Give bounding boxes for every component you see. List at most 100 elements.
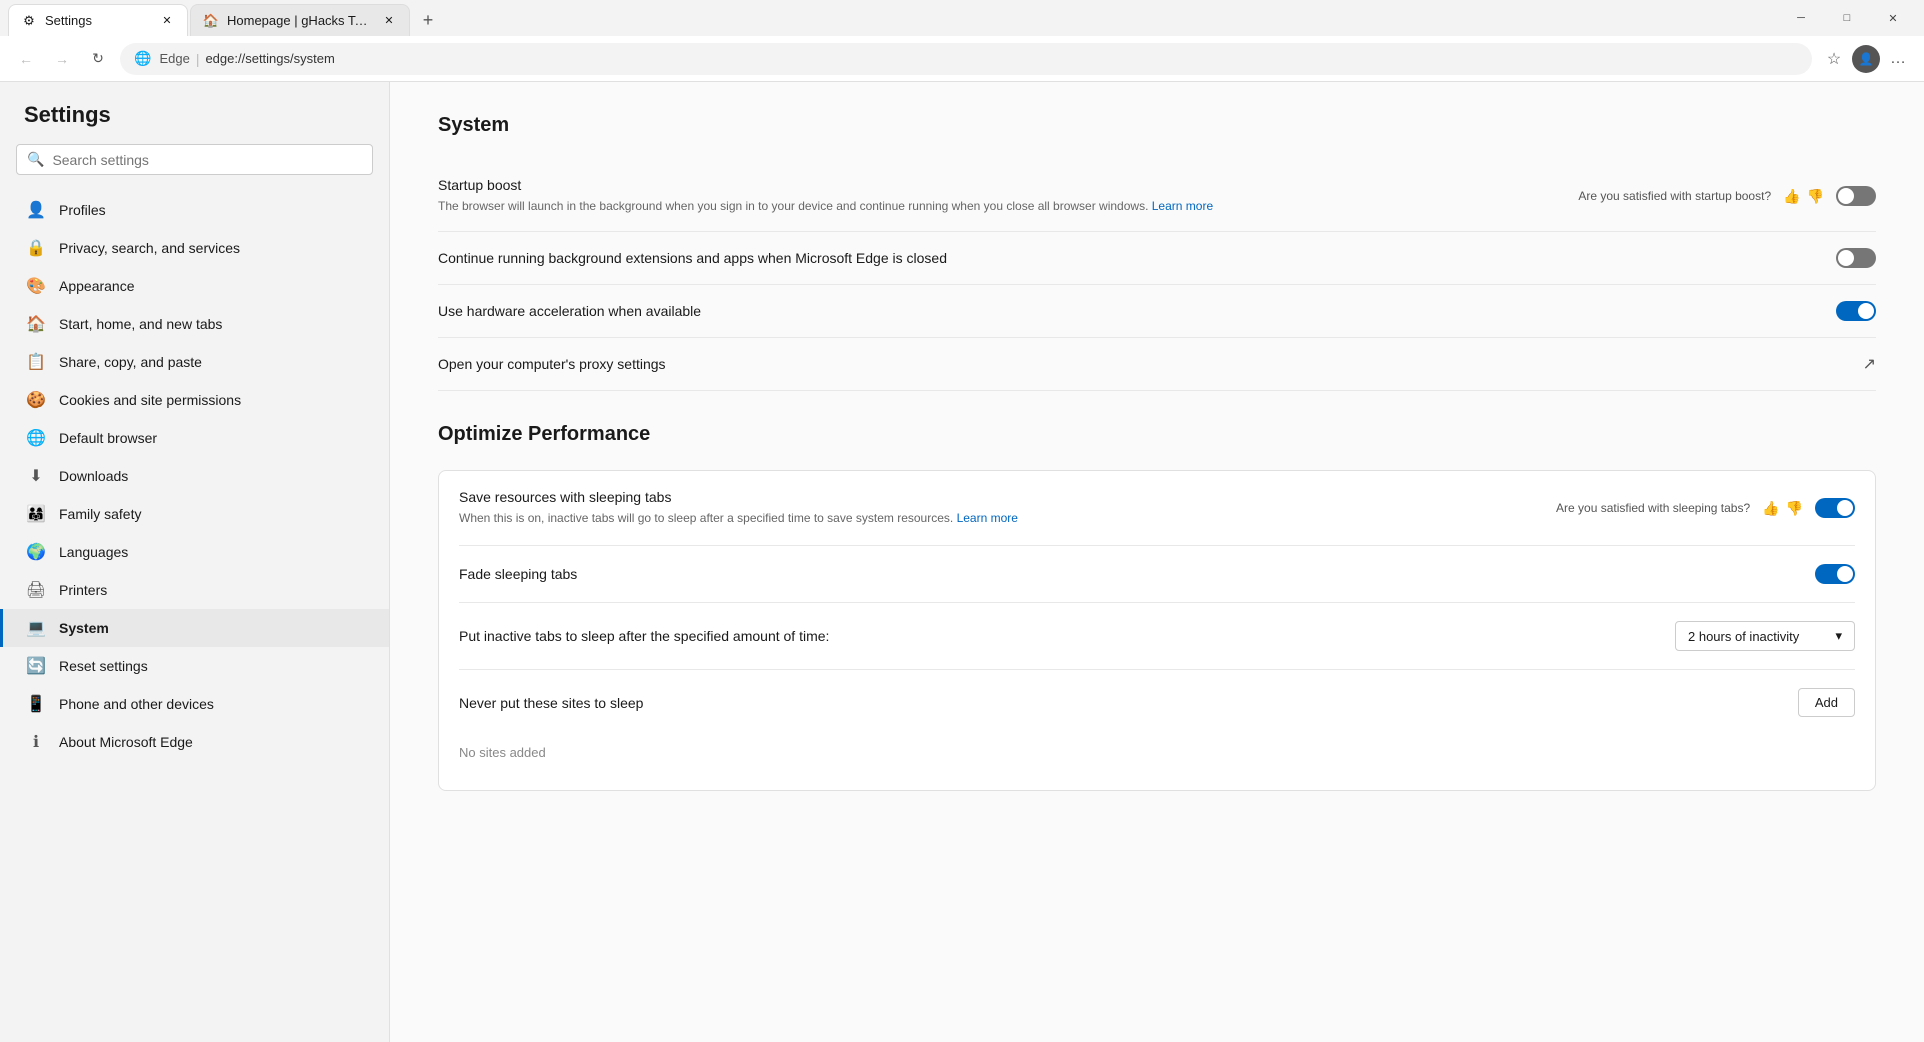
inactive-sleep-label: Put inactive tabs to sleep after the spe… — [459, 628, 1659, 644]
sleeping-tabs-toggle[interactable] — [1815, 498, 1855, 518]
sleeping-tabs-thumbs-up[interactable]: 👍 — [1762, 500, 1779, 517]
fade-sleeping-tabs-label: Fade sleeping tabs — [459, 566, 1799, 582]
add-site-button[interactable]: Add — [1798, 688, 1855, 717]
tab-bar: ⚙ Settings ✕ 🏠 Homepage | gHacks Technol… — [8, 0, 1770, 36]
startup-boost-info: Startup boost The browser will launch in… — [438, 177, 1562, 215]
sidebar-item-phone[interactable]: 📱 Phone and other devices — [0, 685, 389, 723]
appearance-label: Appearance — [59, 278, 135, 294]
share-copy-icon: 📋 — [27, 353, 45, 371]
default-browser-label: Default browser — [59, 430, 157, 446]
homepage-tab-icon: 🏠 — [203, 13, 219, 29]
close-button[interactable]: ✕ — [1870, 0, 1916, 36]
background-extensions-actions — [1836, 248, 1876, 268]
sidebar-item-cookies[interactable]: 🍪 Cookies and site permissions — [0, 381, 389, 419]
sidebar-item-profiles[interactable]: 👤 Profiles — [0, 191, 389, 229]
never-sleep-sites-actions: Add — [1798, 688, 1855, 717]
profiles-icon: 👤 — [27, 201, 45, 219]
address-separator: | — [196, 51, 200, 67]
proxy-settings-label: Open your computer's proxy settings — [438, 356, 1847, 372]
sleeping-tabs-desc: When this is on, inactive tabs will go t… — [459, 509, 1540, 527]
start-home-icon: 🏠 — [27, 315, 45, 333]
tab-homepage[interactable]: 🏠 Homepage | gHacks Technology ✕ — [190, 4, 410, 36]
hardware-acceleration-actions — [1836, 301, 1876, 321]
inactive-sleep-dropdown[interactable]: 2 hours of inactivity ▾ — [1675, 621, 1855, 651]
privacy-icon: 🔒 — [27, 239, 45, 257]
refresh-button[interactable]: ↻ — [84, 45, 112, 73]
cookies-label: Cookies and site permissions — [59, 392, 241, 408]
startup-boost-feedback: 👍 👎 — [1783, 188, 1824, 205]
performance-card: Save resources with sleeping tabs When t… — [438, 470, 1876, 791]
favorite-button[interactable]: ☆ — [1820, 45, 1848, 73]
startup-boost-label: Startup boost — [438, 177, 1562, 193]
startup-boost-thumbs-up[interactable]: 👍 — [1783, 188, 1800, 205]
fade-sleeping-tabs-info: Fade sleeping tabs — [459, 566, 1799, 582]
startup-boost-row: Startup boost The browser will launch in… — [438, 161, 1876, 232]
phone-label: Phone and other devices — [59, 696, 214, 712]
startup-boost-learn-more[interactable]: Learn more — [1152, 199, 1213, 213]
background-extensions-toggle[interactable] — [1836, 248, 1876, 268]
startup-boost-thumbs-down[interactable]: 👎 — [1807, 188, 1824, 205]
sleeping-tabs-actions: Are you satisfied with sleeping tabs? 👍 … — [1556, 498, 1855, 518]
hardware-acceleration-toggle[interactable] — [1836, 301, 1876, 321]
edge-logo-icon: 🌐 — [134, 50, 151, 67]
content-area: System Startup boost The browser will la… — [390, 82, 1924, 1042]
settings-title: Settings — [0, 102, 389, 144]
minimize-button[interactable]: ─ — [1778, 0, 1824, 36]
sidebar-item-privacy[interactable]: 🔒 Privacy, search, and services — [0, 229, 389, 267]
homepage-tab-close[interactable]: ✕ — [381, 13, 397, 29]
inactive-sleep-value: 2 hours of inactivity — [1688, 629, 1799, 644]
startup-boost-desc: The browser will launch in the backgroun… — [438, 197, 1562, 215]
tab-settings[interactable]: ⚙ Settings ✕ — [8, 4, 188, 36]
sidebar-item-family-safety[interactable]: 👨‍👩‍👧 Family safety — [0, 495, 389, 533]
search-input[interactable] — [52, 152, 362, 168]
sidebar-item-languages[interactable]: 🌍 Languages — [0, 533, 389, 571]
background-extensions-row: Continue running background extensions a… — [438, 232, 1876, 285]
address-url: edge://settings/system — [205, 51, 334, 66]
never-sleep-sites-label: Never put these sites to sleep — [459, 695, 1798, 711]
new-tab-button[interactable]: + — [412, 4, 444, 36]
settings-tab-label: Settings — [45, 13, 151, 28]
address-bar[interactable]: 🌐 Edge | edge://settings/system — [120, 43, 1812, 75]
sidebar-item-downloads[interactable]: ⬇ Downloads — [0, 457, 389, 495]
never-sleep-sites-row: Never put these sites to sleep Add No si… — [459, 670, 1855, 790]
settings-more-button[interactable]: … — [1884, 45, 1912, 73]
about-icon: ℹ — [27, 733, 45, 751]
titlebar: ⚙ Settings ✕ 🏠 Homepage | gHacks Technol… — [0, 0, 1924, 36]
sidebar-item-default-browser[interactable]: 🌐 Default browser — [0, 419, 389, 457]
forward-button[interactable]: → — [48, 45, 76, 73]
proxy-settings-actions: ↗ — [1863, 354, 1876, 374]
fade-sleeping-tabs-row: Fade sleeping tabs — [459, 546, 1855, 603]
sidebar-item-about[interactable]: ℹ About Microsoft Edge — [0, 723, 389, 761]
startup-boost-toggle[interactable] — [1836, 186, 1876, 206]
maximize-button[interactable]: □ — [1824, 0, 1870, 36]
reset-label: Reset settings — [59, 658, 148, 674]
sidebar-item-printers[interactable]: 🖨 Printers — [0, 571, 389, 609]
settings-tab-close[interactable]: ✕ — [159, 13, 175, 29]
sleeping-tabs-label: Save resources with sleeping tabs — [459, 489, 1540, 505]
search-box[interactable]: 🔍 — [16, 144, 373, 175]
inactive-sleep-actions: 2 hours of inactivity ▾ — [1675, 621, 1855, 651]
default-browser-icon: 🌐 — [27, 429, 45, 447]
addressbar: ← → ↻ 🌐 Edge | edge://settings/system ☆ … — [0, 36, 1924, 82]
share-copy-label: Share, copy, and paste — [59, 354, 202, 370]
downloads-icon: ⬇ — [27, 467, 45, 485]
sleeping-tabs-learn-more[interactable]: Learn more — [957, 511, 1018, 525]
homepage-tab-label: Homepage | gHacks Technology — [227, 13, 373, 28]
settings-tab-icon: ⚙ — [21, 13, 37, 29]
fade-sleeping-tabs-toggle[interactable] — [1815, 564, 1855, 584]
sidebar-item-share-copy[interactable]: 📋 Share, copy, and paste — [0, 343, 389, 381]
sidebar-item-appearance[interactable]: 🎨 Appearance — [0, 267, 389, 305]
window-controls: ─ □ ✕ — [1778, 0, 1916, 36]
proxy-external-link-icon[interactable]: ↗ — [1863, 354, 1876, 374]
profile-avatar[interactable]: 👤 — [1852, 45, 1880, 73]
dropdown-chevron-icon: ▾ — [1835, 628, 1842, 644]
sidebar-item-start-home[interactable]: 🏠 Start, home, and new tabs — [0, 305, 389, 343]
page-title: System — [438, 114, 1876, 137]
sidebar-item-system[interactable]: 💻 System — [0, 609, 389, 647]
sleeping-tabs-row: Save resources with sleeping tabs When t… — [459, 471, 1855, 546]
sidebar-item-reset[interactable]: 🔄 Reset settings — [0, 647, 389, 685]
printers-icon: 🖨 — [27, 581, 45, 599]
back-button[interactable]: ← — [12, 45, 40, 73]
browser-brand: Edge — [159, 51, 189, 66]
sleeping-tabs-thumbs-down[interactable]: 👎 — [1786, 500, 1803, 517]
